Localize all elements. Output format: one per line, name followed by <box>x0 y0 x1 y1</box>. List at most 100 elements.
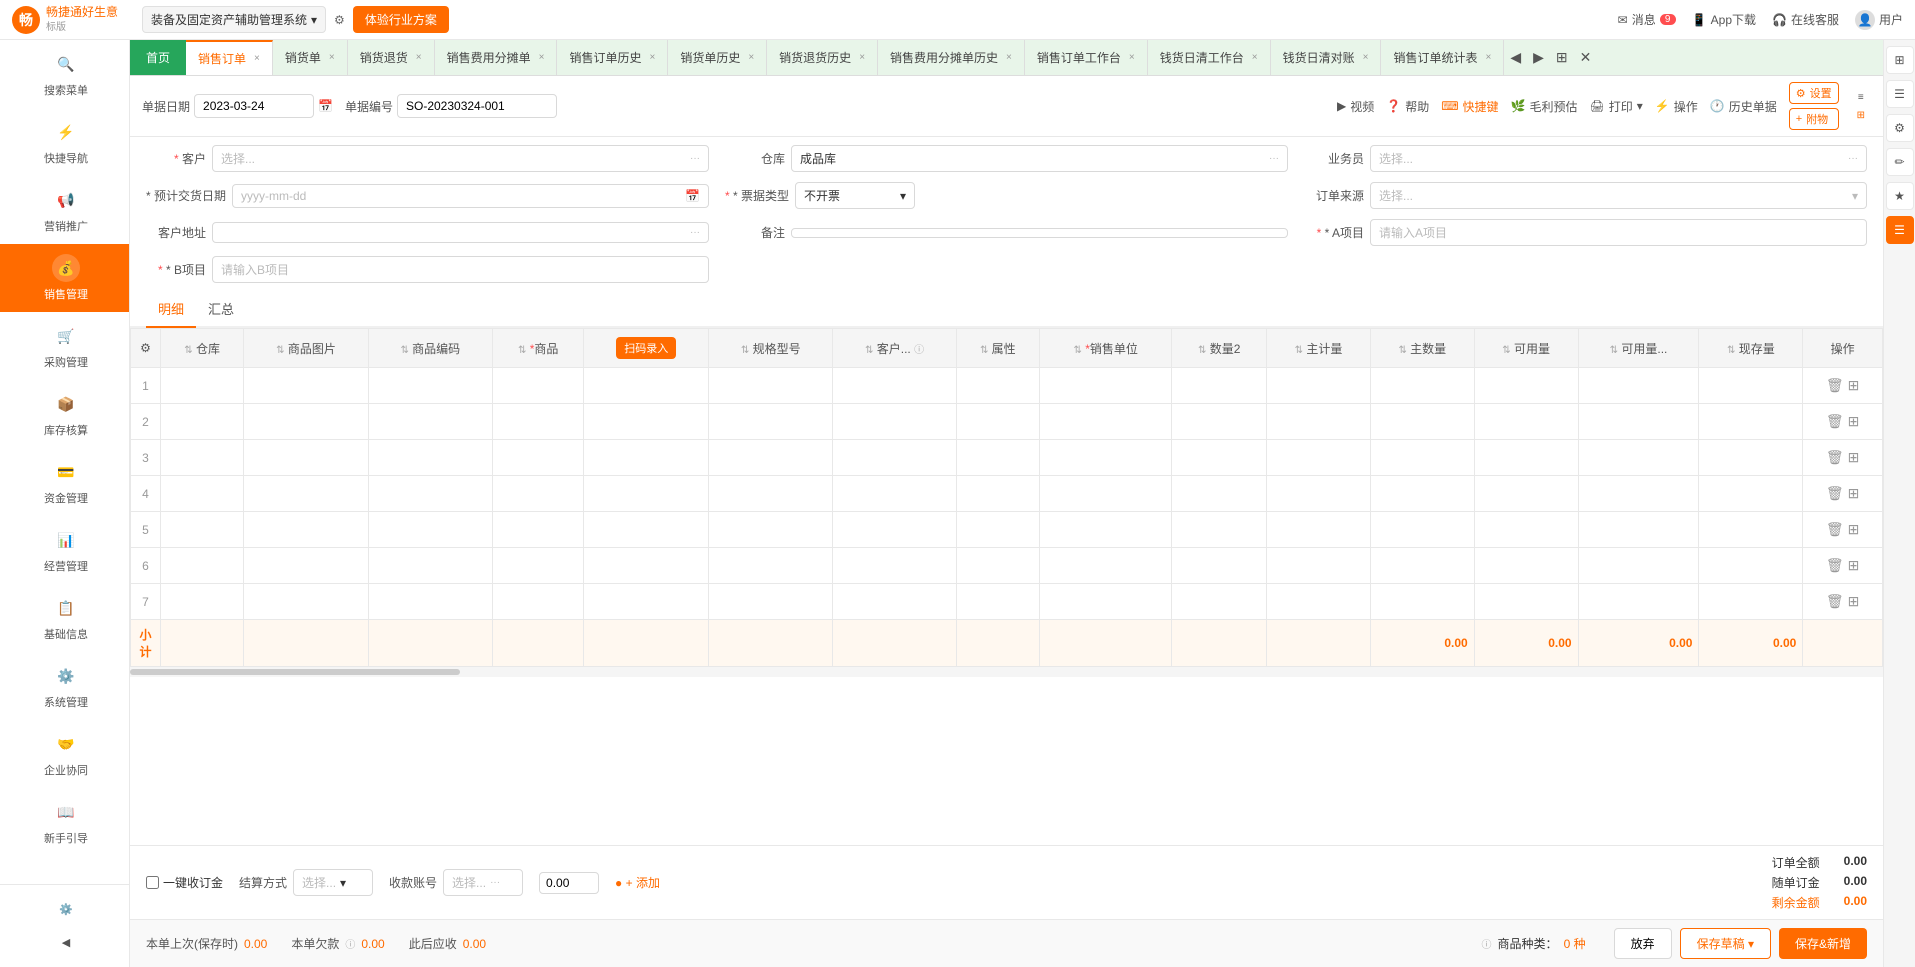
row-7-scan[interactable] <box>584 584 709 620</box>
row-4-qty2[interactable] <box>1172 476 1267 512</box>
row-2-available[interactable] <box>1474 404 1578 440</box>
sidebar-collapse-btn[interactable]: ◀ <box>0 926 129 959</box>
row-3-qty2[interactable] <box>1172 440 1267 476</box>
tab-more-btn[interactable]: ⊞ <box>1550 40 1574 75</box>
row-4-spec[interactable] <box>709 476 833 512</box>
row-5-warehouse[interactable] <box>161 512 244 548</box>
order-number-input[interactable] <box>397 94 557 118</box>
row-5-copy-btn[interactable]: ⊞ <box>1848 521 1860 538</box>
row-6-spec[interactable] <box>709 548 833 584</box>
row-6-attr[interactable] <box>956 548 1039 584</box>
view-btn[interactable]: ▶ 视频 <box>1337 98 1374 115</box>
staff-input[interactable]: 选择... ··· <box>1370 145 1867 172</box>
row-6-main-unit[interactable] <box>1267 548 1371 584</box>
row-7-product[interactable] <box>493 584 584 620</box>
row-3-image[interactable] <box>244 440 368 476</box>
row-7-main-qty[interactable] <box>1370 584 1474 620</box>
row-4-main-unit[interactable] <box>1267 476 1371 512</box>
row-7-code[interactable] <box>368 584 492 620</box>
add-payment-btn[interactable]: ● + 添加 <box>615 874 660 891</box>
row-3-spec[interactable] <box>709 440 833 476</box>
row-7-main-unit[interactable] <box>1267 584 1371 620</box>
row-5-unit[interactable] <box>1039 512 1171 548</box>
tab-close-sales-return[interactable]: × <box>416 52 422 63</box>
row-2-product[interactable] <box>493 404 584 440</box>
row-2-customer-code[interactable] <box>833 404 956 440</box>
sidebar-item-purchase[interactable]: 🛒 采购管理 <box>0 312 129 380</box>
row-5-available2[interactable] <box>1578 512 1699 548</box>
tab-close-daily-clear[interactable]: × <box>1252 52 1258 63</box>
message-btn[interactable]: ✉ 消息 9 <box>1618 11 1676 28</box>
row-1-customer-code[interactable] <box>833 368 956 404</box>
row-6-stock[interactable] <box>1699 548 1803 584</box>
sidebar-item-search[interactable]: 🔍 搜索菜单 <box>0 40 129 108</box>
row-3-main-qty[interactable] <box>1370 440 1474 476</box>
help-btn[interactable]: ❓ 帮助 <box>1386 98 1429 115</box>
row-7-stock[interactable] <box>1699 584 1803 620</box>
online-support-btn[interactable]: 🎧 在线客服 <box>1772 11 1839 28</box>
settlement-select[interactable]: 选择... ▾ <box>293 869 373 896</box>
row-1-delete-btn[interactable]: 🗑 <box>1826 377 1844 394</box>
row-7-customer-code[interactable] <box>833 584 956 620</box>
row-1-stock[interactable] <box>1699 368 1803 404</box>
account-select[interactable]: 选择... ··· <box>443 869 523 896</box>
row-3-copy-btn[interactable]: ⊞ <box>1848 449 1860 466</box>
right-panel-btn-3[interactable]: ⚙ <box>1886 114 1914 142</box>
row-2-main-unit[interactable] <box>1267 404 1371 440</box>
row-2-code[interactable] <box>368 404 492 440</box>
row-5-delete-btn[interactable]: 🗑 <box>1826 521 1844 538</box>
row-6-copy-btn[interactable]: ⊞ <box>1848 557 1860 574</box>
row-1-image[interactable] <box>244 368 368 404</box>
row-4-customer-code[interactable] <box>833 476 956 512</box>
calendar-icon2[interactable]: 📅 <box>685 189 700 203</box>
tab-summary[interactable]: 汇总 <box>196 291 246 328</box>
attachment-btn[interactable]: + 附物 <box>1789 108 1839 130</box>
row-2-main-qty[interactable] <box>1370 404 1474 440</box>
row-7-delete-btn[interactable]: 🗑 <box>1826 593 1844 610</box>
row-6-main-qty[interactable] <box>1370 548 1474 584</box>
operation-btn[interactable]: ⚡ 操作 <box>1655 98 1698 115</box>
row-6-unit[interactable] <box>1039 548 1171 584</box>
tab-close-order-workbench[interactable]: × <box>1129 52 1135 63</box>
row-7-available2[interactable] <box>1578 584 1699 620</box>
row-4-copy-btn[interactable]: ⊞ <box>1848 485 1860 502</box>
industry-btn[interactable]: 体验行业方案 <box>353 6 449 33</box>
tab-close-stats[interactable]: × <box>1485 52 1491 63</box>
row-5-main-qty[interactable] <box>1370 512 1474 548</box>
tab-expense-history[interactable]: 销售费用分摊单历史 × <box>878 40 1025 75</box>
row-1-code[interactable] <box>368 368 492 404</box>
remark-input[interactable] <box>791 228 1288 238</box>
tab-close-expense-history[interactable]: × <box>1006 52 1012 63</box>
right-panel-btn-1[interactable]: ⊞ <box>1886 46 1914 74</box>
tab-close-all-btn[interactable]: ✕ <box>1574 40 1598 75</box>
row-3-warehouse[interactable] <box>161 440 244 476</box>
tab-prev-btn[interactable]: ◀ <box>1504 40 1527 75</box>
row-6-available2[interactable] <box>1578 548 1699 584</box>
row-5-qty2[interactable] <box>1172 512 1267 548</box>
row-3-product[interactable] <box>493 440 584 476</box>
b-project-input[interactable]: 请输入B项目 <box>212 256 709 283</box>
sidebar-item-nav[interactable]: ⚡ 快捷导航 <box>0 108 129 176</box>
delivery-input[interactable]: yyyy-mm-dd 📅 <box>232 184 709 208</box>
order-source-input[interactable]: 选择... ▾ <box>1370 182 1867 209</box>
calendar-icon[interactable]: 📅 <box>318 99 333 113</box>
row-7-unit[interactable] <box>1039 584 1171 620</box>
tab-return-history[interactable]: 销货退货历史 × <box>767 40 878 75</box>
discard-btn[interactable]: 放弃 <box>1614 928 1672 959</box>
sidebar-item-inventory[interactable]: 📦 库存核算 <box>0 380 129 448</box>
print-btn[interactable]: 🖨 打印 ▾ <box>1590 98 1643 115</box>
row-1-unit[interactable] <box>1039 368 1171 404</box>
one-click-checkbox[interactable] <box>146 876 159 889</box>
row-2-spec[interactable] <box>709 404 833 440</box>
row-4-stock[interactable] <box>1699 476 1803 512</box>
row-6-customer-code[interactable] <box>833 548 956 584</box>
scan-entry-btn[interactable]: 扫码录入 <box>616 337 676 359</box>
row-5-available[interactable] <box>1474 512 1578 548</box>
row-5-product[interactable] <box>493 512 584 548</box>
row-4-main-qty[interactable] <box>1370 476 1474 512</box>
profit-btn[interactable]: 🌿 毛利预估 <box>1511 98 1578 115</box>
history-btn[interactable]: 🕐 历史单据 <box>1710 98 1777 115</box>
row-1-copy-btn[interactable]: ⊞ <box>1848 377 1860 394</box>
row-4-available2[interactable] <box>1578 476 1699 512</box>
row-5-scan[interactable] <box>584 512 709 548</box>
